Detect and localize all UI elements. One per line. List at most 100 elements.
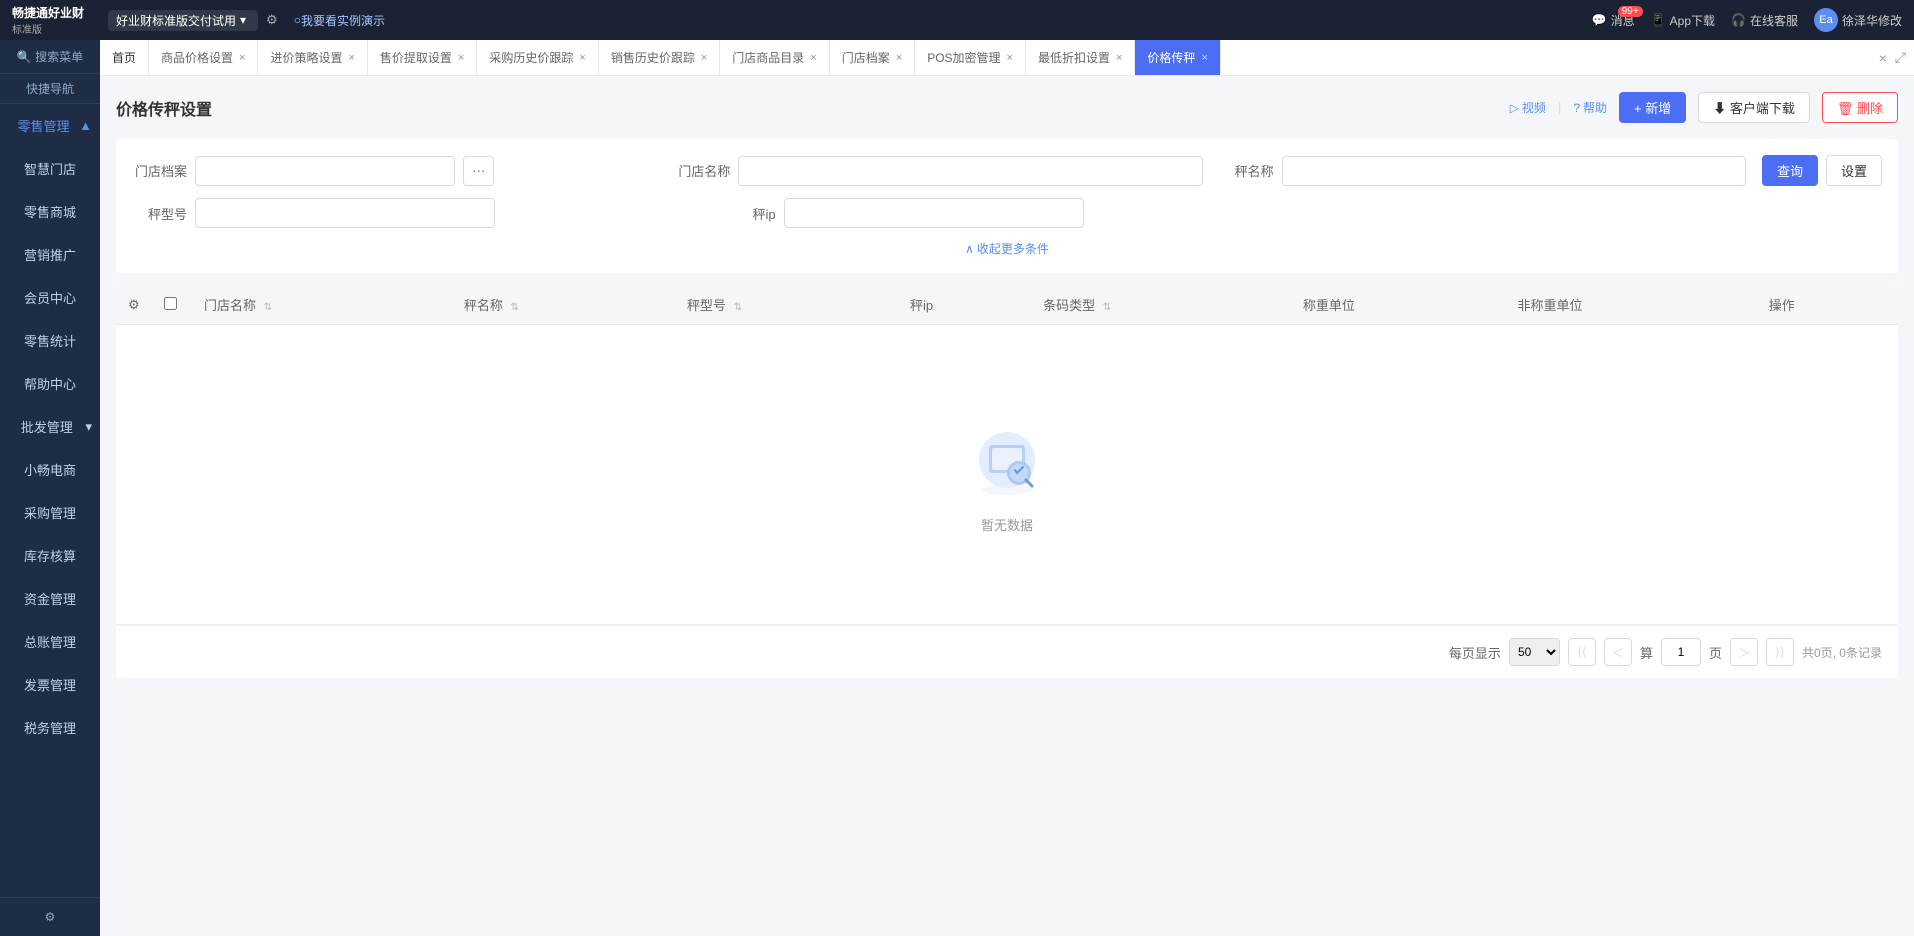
sidebar-bottom-settings[interactable]: ⚙ [0, 897, 100, 936]
expand-icon[interactable]: ⤢ [1895, 49, 1906, 66]
version-selector[interactable]: 好业财标准版交付试用 ▾ [108, 10, 258, 31]
version-label: 好业财标准版交付试用 [116, 12, 236, 29]
form-item-store-archive: 门店档案 ··· [132, 156, 659, 186]
tab-product-price[interactable]: 商品价格设置 × [149, 40, 258, 76]
empty-state: 暂无数据 [128, 335, 1886, 614]
collapse-button[interactable]: ∧ 收起更多条件 [965, 240, 1049, 257]
sidebar-item-tax[interactable]: 税务管理 [0, 706, 100, 749]
sidebar-item-purchase[interactable]: 采购管理 [0, 491, 100, 534]
form-item-scale-model: 秤型号 [132, 198, 705, 228]
tab-purchase-strategy-close[interactable]: × [348, 52, 354, 64]
logo-area: 畅捷通好业财 标准版 [12, 4, 92, 36]
tab-sale-price-close[interactable]: × [458, 52, 464, 64]
sort-icon-barcode-type[interactable]: ⇅ [1103, 302, 1111, 313]
prev-page-button[interactable]: ＜ [1604, 638, 1632, 666]
sidebar-search[interactable]: 🔍 搜索菜单 [0, 40, 100, 74]
tab-min-discount[interactable]: 最低折扣设置 × [1026, 40, 1135, 76]
tab-price-scale-close[interactable]: × [1201, 52, 1207, 64]
tab-store-archive[interactable]: 门店档案 × [830, 40, 915, 76]
tab-min-discount-close[interactable]: × [1116, 52, 1122, 64]
page-suffix: 页 [1709, 643, 1722, 662]
tab-sales-history[interactable]: 销售历史价跟踪 × [599, 40, 720, 76]
first-page-button[interactable]: ⟨⟨ [1568, 638, 1596, 666]
demo-button[interactable]: ○ 我要看实例演示 [294, 12, 385, 29]
scale-name-input[interactable] [1282, 156, 1746, 186]
download-button[interactable]: ⬇ 客户端下载 [1698, 92, 1810, 123]
video-label: 视频 [1522, 99, 1546, 116]
tab-purchase-history-close[interactable]: × [579, 52, 585, 64]
sidebar-item-member[interactable]: 会员中心 [0, 276, 100, 319]
help-link[interactable]: ? 帮助 [1573, 99, 1607, 116]
sidebar-search-label: 搜索菜单 [35, 50, 83, 64]
add-button[interactable]: + 新增 [1619, 92, 1686, 123]
sidebar-item-finance-label: 资金管理 [8, 589, 92, 608]
online-service-button[interactable]: 🎧 在线客服 [1731, 12, 1798, 29]
scale-model-input[interactable] [195, 198, 495, 228]
demo-label: 我要看实例演示 [301, 12, 385, 29]
query-button[interactable]: 查询 [1762, 155, 1818, 186]
scale-model-label: 秤型号 [132, 204, 187, 223]
sidebar-quick-nav[interactable]: 快捷导航 [0, 74, 100, 104]
store-archive-ellipsis[interactable]: ··· [463, 156, 494, 186]
sidebar-item-ledger-label: 总账管理 [8, 632, 92, 651]
tab-pos-encrypt[interactable]: POS加密管理 × [915, 40, 1026, 76]
close-all-icon[interactable]: × [1879, 50, 1887, 66]
sidebar-item-ecommerce[interactable]: 小畅电商 [0, 448, 100, 491]
store-name-input[interactable] [738, 156, 1202, 186]
tab-pos-encrypt-close[interactable]: × [1007, 52, 1013, 64]
tab-purchase-strategy[interactable]: 进价策略设置 × [258, 40, 367, 76]
page-content: 价格传秤设置 ▷ 视频 | ? 帮助 + 新增 [100, 76, 1914, 936]
page-title: 价格传秤设置 [116, 96, 212, 120]
tab-store-catalog-label: 门店商品目录 [732, 49, 804, 66]
sort-icon-scale-name[interactable]: ⇅ [510, 302, 518, 313]
sidebar: 🔍 搜索菜单 快捷导航 零售管理 ▲ 智慧门店 零售商城 营销推广 会员中心 [0, 40, 100, 936]
sidebar-item-help[interactable]: 帮助中心 [0, 362, 100, 405]
sidebar-item-invoice[interactable]: 发票管理 [0, 663, 100, 706]
settings-button[interactable]: 设置 [1826, 155, 1882, 186]
store-archive-input[interactable] [195, 156, 455, 186]
top-settings-button[interactable]: ⚙ [266, 12, 278, 28]
video-link[interactable]: ▷ 视频 [1510, 99, 1546, 116]
tab-store-archive-label: 门店档案 [842, 49, 890, 66]
sort-icon-store-name[interactable]: ⇅ [264, 302, 272, 313]
delete-button[interactable]: 🗑 删除 [1822, 92, 1898, 123]
sidebar-item-ledger[interactable]: 总账管理 [0, 620, 100, 663]
tab-price-scale[interactable]: 价格传秤 × [1135, 40, 1220, 76]
tab-close-area: × ⤢ [1871, 49, 1914, 66]
last-page-button[interactable]: ⟩⟩ [1766, 638, 1794, 666]
page-size-select[interactable]: 50 10 20 100 [1509, 638, 1560, 666]
sidebar-item-wholesale[interactable]: 批发管理 ▾ [0, 405, 100, 448]
scale-ip-input[interactable] [784, 198, 1084, 228]
online-service-label: 在线客服 [1750, 12, 1798, 29]
tab-sales-history-close[interactable]: × [701, 52, 707, 64]
sidebar-item-finance[interactable]: 资金管理 [0, 577, 100, 620]
tab-store-catalog[interactable]: 门店商品目录 × [720, 40, 829, 76]
sidebar-item-retail-mall[interactable]: 零售商城 [0, 190, 100, 233]
sidebar-item-retail-stats[interactable]: 零售统计 [0, 319, 100, 362]
table-header-weight-unit: 称重单位 [1291, 285, 1506, 325]
logo-sub: 标准版 [12, 21, 92, 36]
page-number-input[interactable] [1661, 638, 1701, 666]
tab-product-price-close[interactable]: × [239, 52, 245, 64]
tab-home[interactable]: 首页 [100, 40, 149, 76]
sort-icon-scale-model[interactable]: ⇅ [734, 302, 742, 313]
data-table: ⚙ 门店名称 ⇅ 秤名称 ⇅ [116, 285, 1898, 625]
tab-store-archive-close[interactable]: × [896, 52, 902, 64]
next-page-button[interactable]: ＞ [1730, 638, 1758, 666]
tab-pos-encrypt-label: POS加密管理 [927, 49, 1000, 66]
user-menu[interactable]: Ea 徐泽华修改 [1814, 8, 1902, 32]
sidebar-item-marketing[interactable]: 营销推广 [0, 233, 100, 276]
sidebar-item-retail-stats-label: 零售统计 [8, 331, 92, 350]
sidebar-item-inventory[interactable]: 库存核算 [0, 534, 100, 577]
tab-purchase-history[interactable]: 采购历史价跟踪 × [477, 40, 598, 76]
table-header-settings[interactable]: ⚙ [116, 285, 152, 325]
sidebar-item-smart-store[interactable]: 智慧门店 [0, 147, 100, 190]
app-download-button[interactable]: 📱 App下载 [1651, 12, 1715, 29]
messages-button[interactable]: 💬 消息 99+ [1592, 12, 1635, 29]
sidebar-item-invoice-label: 发票管理 [8, 675, 92, 694]
tab-sale-price[interactable]: 售价提取设置 × [368, 40, 477, 76]
tab-store-catalog-close[interactable]: × [810, 52, 816, 64]
select-all-checkbox[interactable] [164, 297, 177, 310]
table-header-checkbox[interactable] [152, 285, 192, 325]
sidebar-item-retail[interactable]: 零售管理 ▲ [0, 104, 100, 147]
